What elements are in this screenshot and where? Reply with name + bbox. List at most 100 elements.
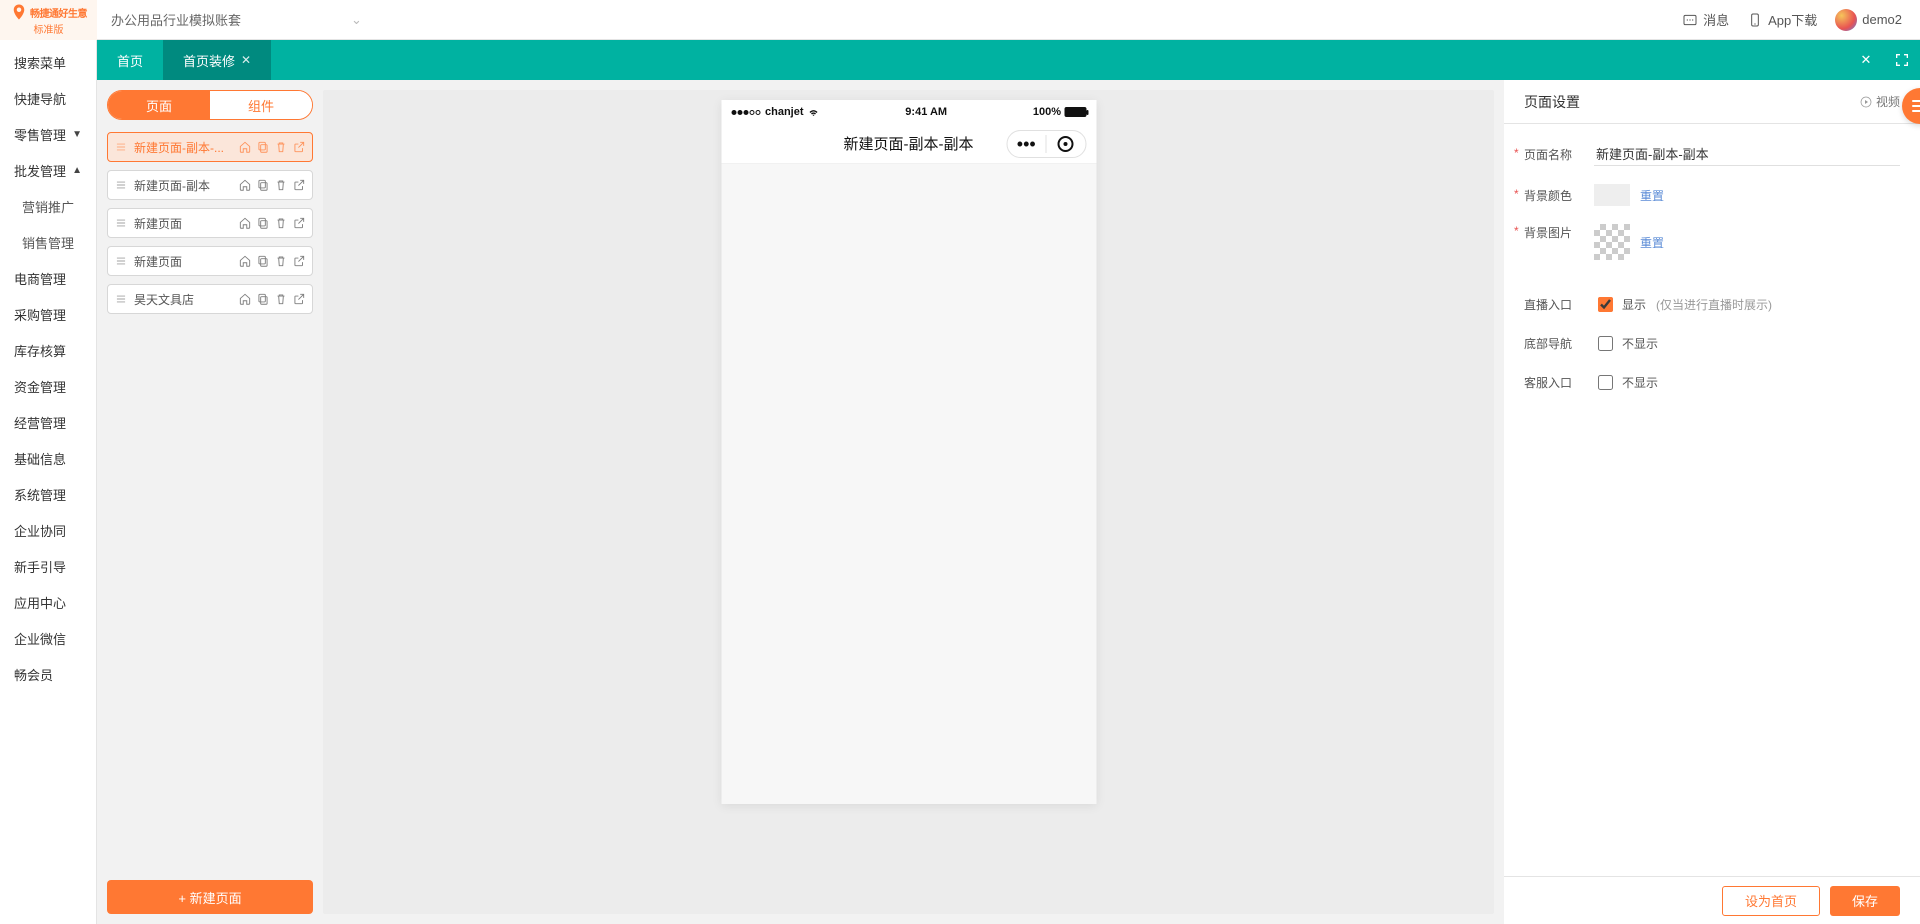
play-icon — [1860, 96, 1872, 108]
sidebar: 搜索菜单快捷导航零售管理▼批发管理▲营销推广销售管理电商管理采购管理库存核算资金… — [0, 40, 97, 924]
tab[interactable]: 首页 — [97, 40, 163, 80]
wifi-icon — [808, 106, 820, 118]
account-name: 办公用品行业模拟账套 — [111, 10, 241, 29]
page-name-input[interactable] — [1594, 142, 1900, 166]
sidebar-item[interactable]: 资金管理 — [0, 368, 96, 404]
sidebar-item[interactable]: 应用中心 — [0, 584, 96, 620]
logo-icon — [10, 3, 28, 21]
app-download-button[interactable]: App下载 — [1747, 10, 1817, 29]
home-icon[interactable] — [238, 254, 252, 268]
sidebar-item[interactable]: 新手引导 — [0, 548, 96, 584]
drag-icon[interactable] — [114, 178, 128, 192]
settings-panel: 页面设置 视频 页面名称 背景颜色 — [1504, 80, 1920, 924]
sidebar-item[interactable]: 零售管理▼ — [0, 116, 96, 152]
copy-icon[interactable] — [256, 254, 270, 268]
message-icon — [1682, 12, 1698, 28]
page-list-panel: 页面 组件 新建页面-副本-... 新建页面-副本 新建页面 新建页面 昊天文具… — [107, 90, 313, 914]
page-list-item[interactable]: 新建页面 — [107, 246, 313, 276]
sidebar-item[interactable]: 采购管理 — [0, 296, 96, 332]
sidebar-item[interactable]: 企业微信 — [0, 620, 96, 656]
bgimg-reset[interactable]: 重置 — [1640, 234, 1664, 251]
tab[interactable]: 首页装修✕ — [163, 40, 271, 80]
miniprogram-header: 新建页面-副本-副本 ••• — [721, 124, 1096, 164]
canvas[interactable]: chanjet 9:41 AM 100% 新建页面-副本-副本 ••• — [323, 90, 1494, 914]
logo: 畅捷通好生意 标准版 — [0, 0, 97, 40]
seg-pages[interactable]: 页面 — [108, 91, 210, 119]
main-area: 首页首页装修✕ ✕ 页面 组件 新建页面-副本-... — [97, 40, 1920, 924]
drag-icon[interactable] — [114, 254, 128, 268]
sidebar-item[interactable]: 快捷导航 — [0, 80, 96, 116]
fullscreen-icon — [1894, 52, 1910, 68]
delete-icon[interactable] — [274, 216, 288, 230]
home-icon[interactable] — [238, 292, 252, 306]
tab-close-all[interactable]: ✕ — [1848, 40, 1884, 80]
sidebar-item[interactable]: 库存核算 — [0, 332, 96, 368]
service-checkbox[interactable]: 不显示 — [1594, 372, 1658, 393]
account-selector[interactable]: 办公用品行业模拟账套 ⌄ — [111, 10, 362, 29]
sidebar-subitem[interactable]: 销售管理 — [22, 224, 96, 260]
capsule-menu-icon[interactable]: ••• — [1007, 134, 1046, 155]
delete-icon[interactable] — [274, 254, 288, 268]
settings-footer: 设为首页 保存 — [1504, 876, 1920, 924]
bottomnav-checkbox[interactable]: 不显示 — [1594, 333, 1658, 354]
sidebar-item[interactable]: 经营管理 — [0, 404, 96, 440]
battery-icon — [1064, 107, 1086, 117]
sidebar-item[interactable]: 畅会员 — [0, 656, 96, 692]
page-list-item[interactable]: 新建页面-副本-... — [107, 132, 313, 162]
share-icon[interactable] — [292, 254, 306, 268]
page-list-item[interactable]: 昊天文具店 — [107, 284, 313, 314]
drag-icon[interactable] — [114, 216, 128, 230]
user-menu[interactable]: demo2 — [1835, 9, 1902, 31]
miniprogram-capsule[interactable]: ••• — [1006, 130, 1086, 158]
copy-icon[interactable] — [256, 140, 270, 154]
phone-body[interactable] — [721, 164, 1096, 804]
close-icon[interactable]: ✕ — [241, 53, 251, 67]
share-icon[interactable] — [292, 178, 306, 192]
copy-icon[interactable] — [256, 178, 270, 192]
messages-button[interactable]: 消息 — [1682, 10, 1729, 29]
drag-icon[interactable] — [114, 292, 128, 306]
drag-icon[interactable] — [114, 140, 128, 154]
video-help-link[interactable]: 视频 — [1860, 93, 1900, 110]
capsule-close-icon[interactable] — [1047, 136, 1086, 152]
delete-icon[interactable] — [274, 140, 288, 154]
phone-icon — [1747, 12, 1763, 28]
share-icon[interactable] — [292, 140, 306, 154]
seg-components[interactable]: 组件 — [210, 91, 312, 119]
copy-icon[interactable] — [256, 216, 270, 230]
sidebar-item[interactable]: 批发管理▲ — [0, 152, 96, 188]
sidebar-subitem[interactable]: 营销推广 — [22, 188, 96, 224]
sidebar-item[interactable]: 电商管理 — [0, 260, 96, 296]
bgcolor-swatch[interactable] — [1594, 184, 1630, 206]
share-icon[interactable] — [292, 216, 306, 230]
save-button[interactable]: 保存 — [1830, 886, 1900, 916]
delete-icon[interactable] — [274, 178, 288, 192]
home-icon[interactable] — [238, 140, 252, 154]
bgcolor-reset[interactable]: 重置 — [1640, 187, 1664, 204]
tab-fullscreen[interactable] — [1884, 40, 1920, 80]
page-list-item[interactable]: 新建页面-副本 — [107, 170, 313, 200]
topbar: 畅捷通好生意 标准版 办公用品行业模拟账套 ⌄ 消息 App下载 demo2 — [0, 0, 1920, 40]
seg-control: 页面 组件 — [107, 90, 313, 120]
chevron-down-icon: ⌄ — [351, 12, 362, 28]
phone-statusbar: chanjet 9:41 AM 100% — [721, 100, 1096, 124]
home-icon[interactable] — [238, 178, 252, 192]
page-list-item[interactable]: 新建页面 — [107, 208, 313, 238]
set-home-button[interactable]: 设为首页 — [1722, 886, 1820, 916]
sidebar-item[interactable]: 企业协同 — [0, 512, 96, 548]
phone-preview: chanjet 9:41 AM 100% 新建页面-副本-副本 ••• — [721, 100, 1096, 804]
sidebar-item[interactable]: 搜索菜单 — [0, 44, 96, 80]
avatar — [1835, 9, 1857, 31]
home-icon[interactable] — [238, 216, 252, 230]
sidebar-item[interactable]: 系统管理 — [0, 476, 96, 512]
new-page-button[interactable]: + 新建页面 — [107, 880, 313, 914]
brand-text: 畅捷通好生意 — [30, 5, 87, 20]
delete-icon[interactable] — [274, 292, 288, 306]
live-checkbox[interactable]: 显示 — [1594, 294, 1646, 315]
bgimg-picker[interactable] — [1594, 224, 1630, 260]
edition-text: 标准版 — [34, 21, 64, 36]
tab-bar: 首页首页装修✕ ✕ — [97, 40, 1920, 80]
share-icon[interactable] — [292, 292, 306, 306]
sidebar-item[interactable]: 基础信息 — [0, 440, 96, 476]
copy-icon[interactable] — [256, 292, 270, 306]
